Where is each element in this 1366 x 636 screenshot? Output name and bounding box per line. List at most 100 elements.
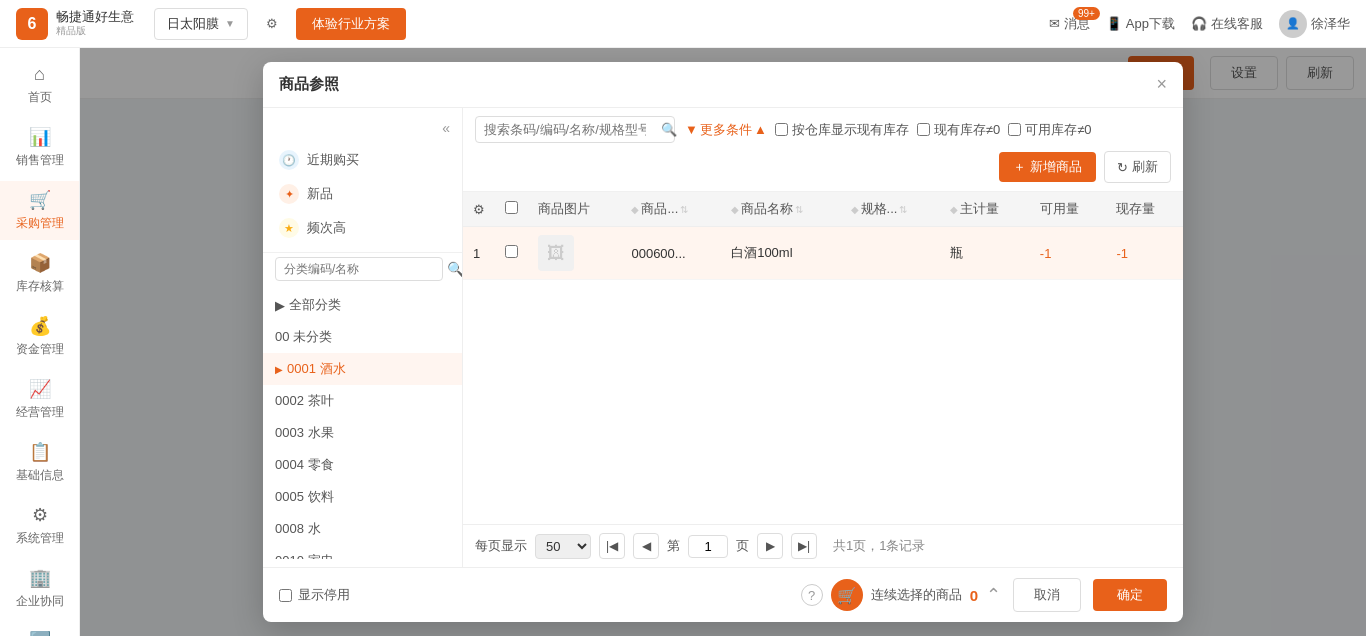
nav-right: ✉ 消息 99+ 📱 App下载 🎧 在线客服 👤 徐泽华 [1049,10,1350,38]
current-stock-ne0-checkbox[interactable]: 现有库存≠0 [917,121,1000,139]
th-current: 现存量 [1106,192,1183,227]
category-search-input[interactable] [275,257,443,281]
cell-available: -1 [1030,227,1107,280]
sort-icon-spec-right: ⇅ [899,204,907,215]
th-checkbox[interactable] [495,192,528,227]
product-search-icon[interactable]: 🔍 [661,122,677,137]
th-settings[interactable]: ⚙ [463,192,495,227]
sidebar-item-inventory[interactable]: 📦 库存核算 [0,244,79,303]
plus-icon: ＋ [1013,158,1026,176]
app-download-item[interactable]: 📱 App下载 [1106,15,1175,33]
sidebar-label-enterprise: 企业协同 [16,593,64,610]
per-page-select[interactable]: 20 50 100 200 [535,534,591,559]
quick-items: 🕐 近期购买 ✦ 新品 ★ 频次高 [263,144,462,244]
nav-dropdown[interactable]: 日太阳膜 ▼ [154,8,248,40]
collapse-left-icon[interactable]: « [442,120,450,136]
settings-icon[interactable]: ⚙ [256,8,288,40]
sort-icon-right: ⇅ [680,204,688,215]
finance-icon: 💰 [29,315,51,337]
new-label: 新品 [307,185,333,203]
pagination-bar: 每页显示 20 50 100 200 |◀ ◀ 第 页 [463,524,1183,567]
table-row[interactable]: 1 🖼 000600... 白酒100ml 瓶 [463,227,1183,280]
recent-icon: 🕐 [279,150,299,170]
select-all-checkbox[interactable] [505,201,518,214]
page-number-input[interactable] [688,535,728,558]
category-item-00[interactable]: 00 未分类 [263,321,462,353]
modal-overlay[interactable]: 商品参照 × « 🕐 近期购买 [80,48,1366,636]
sidebar-item-system[interactable]: ⚙ 系统管理 [0,496,79,555]
sort-icon-spec-left: ◆ [851,204,859,215]
category-item-0001[interactable]: ▶ 0001 酒水 [263,353,462,385]
inventory-icon: 📦 [29,252,51,274]
product-image-placeholder: 🖼 [538,235,574,271]
brand-name: 畅捷通好生意 [56,9,134,25]
quick-item-new[interactable]: ✦ 新品 [271,178,454,210]
collapse-footer-icon[interactable]: ⌃ [986,584,1001,606]
expand-icon: ▶ [275,298,285,313]
quick-item-recent[interactable]: 🕐 近期购买 [271,144,454,176]
category-search-icon[interactable]: 🔍 [447,261,463,277]
product-search-input[interactable] [475,116,675,143]
cell-spec [841,227,941,280]
sidebar-item-sales[interactable]: 📊 销售管理 [0,118,79,177]
sidebar-item-guide[interactable]: 🆕 新手引导 [0,622,79,636]
th-name: ◆ 商品名称 ⇅ [721,192,840,227]
logo-icon: 6 [16,8,48,40]
next-page-button[interactable]: ▶ [757,533,783,559]
cell-name: 白酒100ml [721,227,840,280]
show-disabled-checkbox[interactable]: 显示停用 [279,586,350,604]
th-unit: ◆ 主计量 [940,192,1030,227]
app-download-label: App下载 [1126,15,1175,33]
brand-info: 畅捷通好生意 精品版 [56,9,134,39]
table-gear-icon[interactable]: ⚙ [473,202,485,217]
cart-icon-button[interactable]: 🛒 [831,579,863,611]
user-item[interactable]: 👤 徐泽华 [1279,10,1350,38]
sidebar-label-finance: 资金管理 [16,341,64,358]
category-item-0004[interactable]: 0004 零食 [263,449,462,481]
category-item-0005[interactable]: 0005 饮料 [263,481,462,513]
last-page-button[interactable]: ▶| [791,533,817,559]
sidebar-item-home[interactable]: ⌂ 首页 [0,56,79,114]
sidebar-item-enterprise[interactable]: 🏢 企业协同 [0,559,79,618]
first-page-button[interactable]: |◀ [599,533,625,559]
add-product-label: 新增商品 [1030,158,1082,176]
chevron-up-icon: ▲ [754,122,767,137]
notifications-item[interactable]: ✉ 消息 99+ [1049,15,1090,33]
cell-code: 000600... [621,227,721,280]
refresh-button[interactable]: ↻ 刷新 [1104,151,1171,183]
help-icon[interactable]: ? [801,584,823,606]
cell-checkbox[interactable] [495,227,528,280]
notifications-badge: 99+ [1073,7,1100,20]
sidebar-item-purchase[interactable]: 🛒 采购管理 [0,181,79,240]
category-item-0003[interactable]: 0003 水果 [263,417,462,449]
chevron-down-icon: ▼ [225,18,235,29]
left-panel: « 🕐 近期购买 ✦ 新品 ★ [263,108,463,567]
mobile-icon: 📱 [1106,16,1122,31]
prev-page-button[interactable]: ◀ [633,533,659,559]
sidebar-item-finance[interactable]: 💰 资金管理 [0,307,79,366]
more-conditions-label: 更多条件 [700,121,752,139]
modal-header: 商品参照 × [263,62,1183,108]
available-stock-ne0-checkbox[interactable]: 可用库存≠0 [1008,121,1091,139]
more-conditions-button[interactable]: ▼ 更多条件 ▲ [685,121,767,139]
cart-count: 0 [970,587,978,604]
online-service-item[interactable]: 🎧 在线客服 [1191,15,1263,33]
category-item-0002[interactable]: 0002 茶叶 [263,385,462,417]
cancel-button[interactable]: 取消 [1013,578,1081,612]
add-product-button[interactable]: ＋ 新增商品 [999,152,1096,182]
close-button[interactable]: × [1156,74,1167,95]
top-nav: 6 畅捷通好生意 精品版 日太阳膜 ▼ ⚙ 体验行业方案 ✉ 消息 99+ 📱 … [0,0,1366,48]
nav-dropdown-label: 日太阳膜 [167,15,219,33]
purchase-icon: 🛒 [29,189,51,211]
confirm-button[interactable]: 确定 [1093,579,1167,611]
category-item-0008[interactable]: 0008 水 [263,513,462,545]
category-item-all[interactable]: ▶ 全部分类 [263,289,462,321]
quick-item-freq[interactable]: ★ 频次高 [271,212,454,244]
recent-label: 近期购买 [307,151,359,169]
modal-footer: 显示停用 ? 🛒 连续选择的商品 0 ⌃ 取消 确定 [263,567,1183,622]
sidebar-item-operation[interactable]: 📈 经营管理 [0,370,79,429]
by-warehouse-checkbox[interactable]: 按仓库显示现有库存 [775,121,909,139]
experience-button[interactable]: 体验行业方案 [296,8,406,40]
sidebar-item-basic[interactable]: 📋 基础信息 [0,433,79,492]
category-item-0010[interactable]: 0010 家电 [263,545,462,559]
